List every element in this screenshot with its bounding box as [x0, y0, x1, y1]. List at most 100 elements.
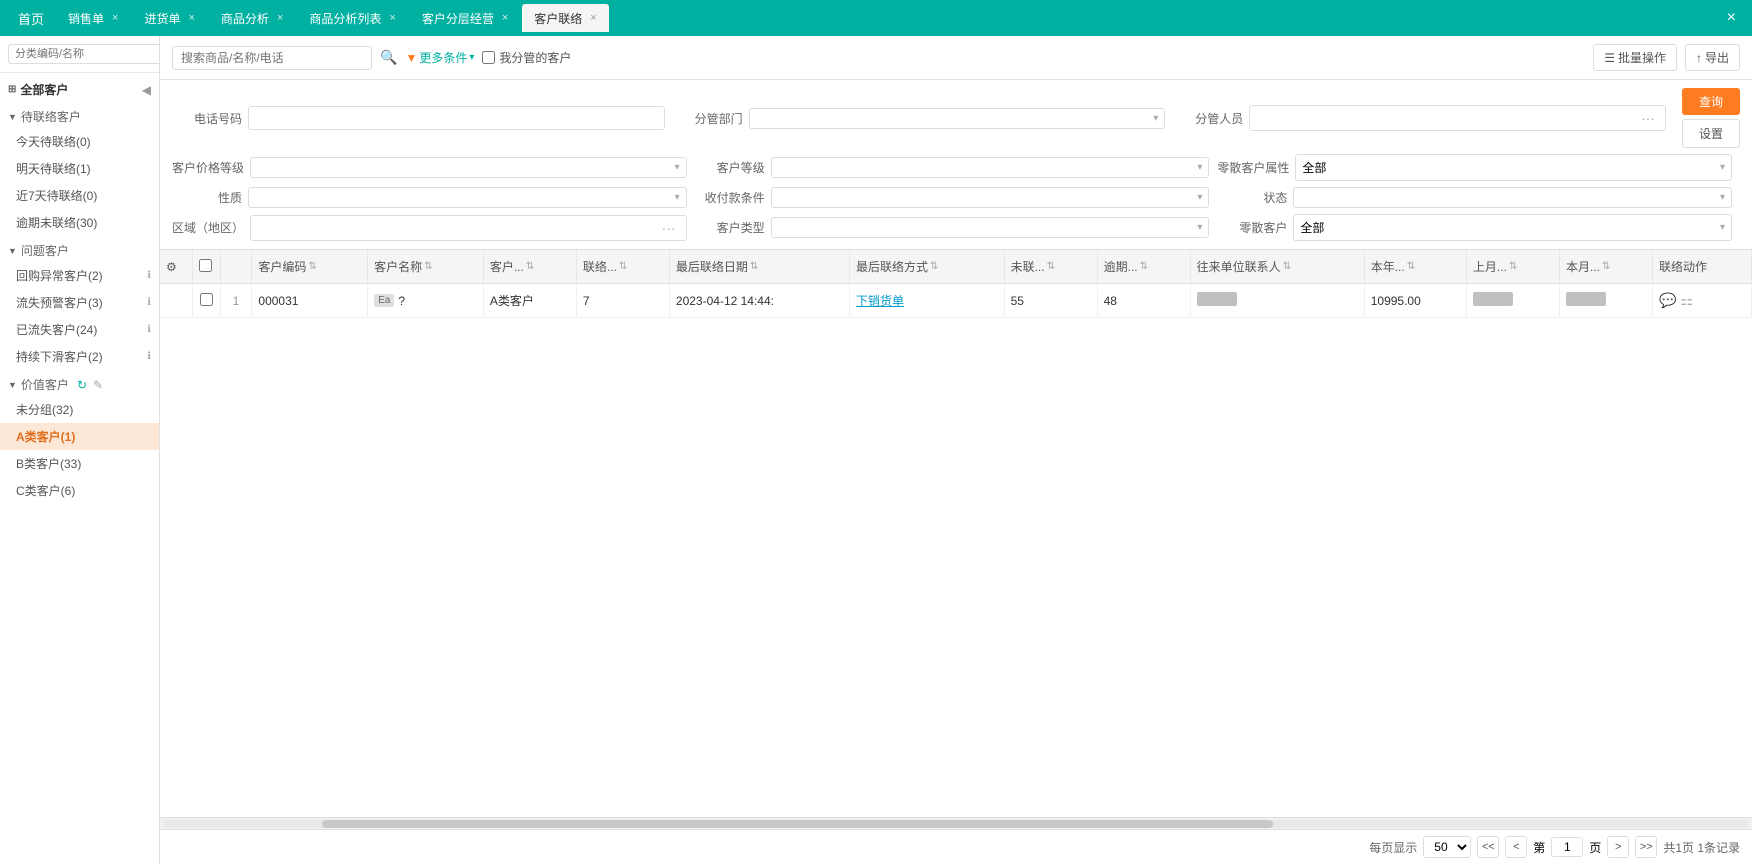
- last-month-placeholder: [1473, 292, 1513, 306]
- more-conditions-button[interactable]: ▼ 更多条件 ▾: [405, 49, 474, 66]
- tab-purchase[interactable]: 进货单 ×: [132, 4, 206, 32]
- edit-icon[interactable]: ✎: [93, 378, 103, 392]
- retail-attr-label: 零散客户属性: [1217, 159, 1289, 176]
- unit-contact-placeholder: [1197, 292, 1237, 306]
- col-last-date[interactable]: 最后联络日期⇅: [669, 250, 849, 284]
- dept-select[interactable]: ▾: [749, 108, 1166, 129]
- problem-customers-group[interactable]: ▼ 问题客户: [0, 236, 159, 262]
- sidebar-item-overdue[interactable]: 逾期未联络(30): [0, 209, 159, 236]
- all-customers-section[interactable]: ⊞ 全部客户 ◀: [0, 73, 159, 102]
- status-label: 状态: [1217, 189, 1287, 206]
- my-customers-filter[interactable]: 我分管的客户: [482, 49, 571, 66]
- sort-code-icon: ⇅: [308, 261, 316, 272]
- close-sales-tab[interactable]: ×: [112, 12, 118, 24]
- row-checkbox[interactable]: [200, 293, 213, 306]
- col-this-year[interactable]: 本年...⇅: [1364, 250, 1466, 284]
- scroll-thumb[interactable]: [322, 820, 1272, 828]
- sidebar-search-input[interactable]: [8, 44, 160, 64]
- settings-button[interactable]: 设置: [1682, 119, 1740, 148]
- sidebar-item-class-b[interactable]: B类客户(33): [0, 450, 159, 477]
- close-customer-mgmt-tab[interactable]: ×: [502, 12, 508, 24]
- col-check: [192, 250, 220, 284]
- row-gear: [160, 284, 192, 318]
- sort-thismonth-icon: ⇅: [1602, 261, 1610, 272]
- col-contact[interactable]: 联络...⇅: [576, 250, 669, 284]
- region-select[interactable]: ···: [250, 215, 687, 241]
- col-last-month[interactable]: 上月...⇅: [1466, 250, 1559, 284]
- col-not-contacted[interactable]: 未联...⇅: [1004, 250, 1097, 284]
- home-tab[interactable]: 首页: [8, 9, 54, 28]
- tab-analysis[interactable]: 商品分析 ×: [209, 4, 295, 32]
- close-analysis-list-tab[interactable]: ×: [389, 12, 395, 24]
- sidebar-item-declining[interactable]: 持续下滑客户(2) ℹ: [0, 343, 159, 370]
- row-not-contacted: 55: [1004, 284, 1097, 318]
- retail-attr-select[interactable]: 全部 ▾: [1295, 154, 1732, 181]
- query-button[interactable]: 查询: [1682, 88, 1740, 115]
- page-number-input[interactable]: [1551, 837, 1583, 857]
- sidebar-item-tomorrow[interactable]: 明天待联络(1): [0, 155, 159, 182]
- window-close-button[interactable]: ×: [1719, 9, 1744, 27]
- payment-select[interactable]: ▾: [771, 187, 1210, 208]
- sidebar-item-7days[interactable]: 近7天待联络(0): [0, 182, 159, 209]
- tab-analysis-list[interactable]: 商品分析列表 ×: [297, 4, 407, 32]
- sidebar-item-repurchase-anomaly[interactable]: 回购异常客户(2) ℹ: [0, 262, 159, 289]
- sidebar-item-class-a[interactable]: A类客户(1): [0, 423, 159, 450]
- status-select[interactable]: ▾: [1293, 187, 1732, 208]
- close-analysis-tab[interactable]: ×: [277, 12, 283, 24]
- col-code[interactable]: 客户编码⇅: [252, 250, 368, 284]
- filter-search-icon[interactable]: 🔍: [380, 49, 397, 66]
- sidebar-item-today[interactable]: 今天待联络(0): [0, 128, 159, 155]
- customer-level-select[interactable]: ▾: [771, 157, 1210, 178]
- tab-customer-contact[interactable]: 客户联络 ×: [522, 4, 608, 32]
- person-select[interactable]: ···: [1249, 105, 1666, 131]
- close-customer-contact-tab[interactable]: ×: [590, 12, 596, 24]
- prev-page-button[interactable]: <: [1505, 836, 1527, 858]
- sidebar-item-class-c[interactable]: C类客户(6): [0, 477, 159, 504]
- sidebar-item-churned[interactable]: 已流失客户(24) ℹ: [0, 316, 159, 343]
- row-overdue: 48: [1097, 284, 1190, 318]
- scroll-track[interactable]: [164, 820, 1748, 828]
- horizontal-scrollbar[interactable]: [160, 817, 1752, 829]
- price-level-select[interactable]: ▾: [250, 157, 687, 178]
- col-type[interactable]: 客户...⇅: [483, 250, 576, 284]
- col-unit-contact[interactable]: 往来单位联系人⇅: [1190, 250, 1364, 284]
- col-overdue[interactable]: 逾期...⇅: [1097, 250, 1190, 284]
- col-this-month[interactable]: 本月...⇅: [1559, 250, 1652, 284]
- export-button[interactable]: ↑ 导出: [1685, 44, 1740, 71]
- pending-contact-group[interactable]: ▼ 待联络客户: [0, 102, 159, 128]
- nature-select[interactable]: ▾: [248, 187, 687, 208]
- next-page-button[interactable]: >: [1607, 836, 1629, 858]
- page-size-select[interactable]: 50: [1423, 836, 1471, 858]
- value-customers-group[interactable]: ▼ 价值客户 ↻ ✎: [0, 370, 159, 396]
- my-customers-checkbox[interactable]: [482, 51, 495, 64]
- tab-sales[interactable]: 销售单 ×: [56, 4, 130, 32]
- last-method-link[interactable]: 下销货单: [856, 294, 904, 308]
- select-all-checkbox[interactable]: [199, 259, 212, 272]
- sidebar-item-unclassified[interactable]: 未分组(32): [0, 396, 159, 423]
- retail-customer-select[interactable]: 全部 ▾: [1293, 214, 1732, 241]
- close-purchase-tab[interactable]: ×: [188, 12, 194, 24]
- filter-cell-person: 分管人员 ···: [1173, 105, 1674, 131]
- price-level-arrow: ▾: [675, 162, 680, 173]
- grid-icon: ⊞: [8, 84, 16, 95]
- refresh-icon[interactable]: ↻: [77, 378, 87, 392]
- col-last-method[interactable]: 最后联络方式⇅: [849, 250, 1004, 284]
- last-page-button[interactable]: >>: [1635, 836, 1657, 858]
- collapse-sidebar-icon[interactable]: ◀: [142, 83, 151, 97]
- phone-input[interactable]: [248, 106, 665, 130]
- first-page-button[interactable]: <<: [1477, 836, 1499, 858]
- gear-icon[interactable]: ⚙: [166, 260, 177, 274]
- customer-level-arrow: ▾: [1197, 162, 1202, 173]
- top-nav: 首页 销售单 × 进货单 × 商品分析 × 商品分析列表 × 客户分层经营 × …: [0, 0, 1752, 36]
- sidebar-item-churn-warning[interactable]: 流失预警客户(3) ℹ: [0, 289, 159, 316]
- action-qr-icon[interactable]: ⚏: [1680, 292, 1693, 309]
- customer-type-select[interactable]: ▾: [771, 217, 1210, 238]
- batch-op-button[interactable]: ☰ 批量操作: [1593, 44, 1677, 71]
- col-name[interactable]: 客户名称⇅: [368, 250, 484, 284]
- search-input[interactable]: [172, 46, 372, 70]
- table-row: 1 000031 Ea ? A类客户 7 2023-04-12 14:44:: [160, 284, 1752, 318]
- tab-customer-mgmt[interactable]: 客户分层经营 ×: [410, 4, 520, 32]
- action-chat-icon[interactable]: 💬: [1659, 292, 1676, 309]
- row-checkbox-cell: [192, 284, 220, 318]
- row-last-date: 2023-04-12 14:44:: [669, 284, 849, 318]
